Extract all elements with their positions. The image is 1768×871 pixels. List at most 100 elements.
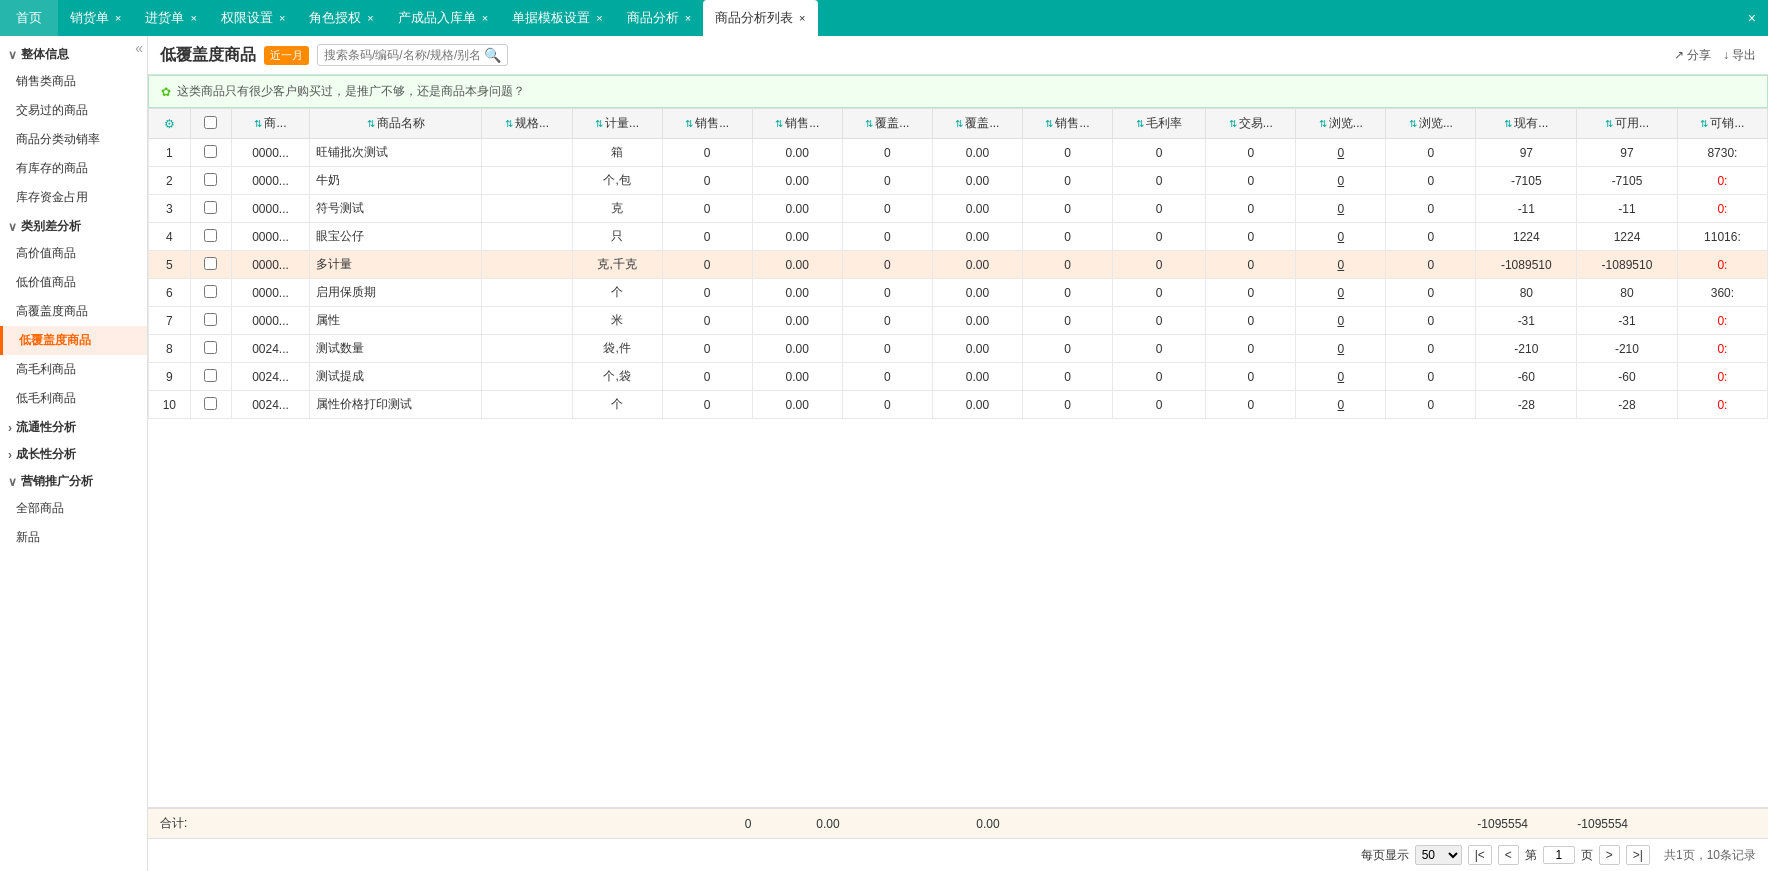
- table-row[interactable]: 3 0000... 符号测试 克 0 0.00 0 0.00 0 0 0 0 0…: [149, 195, 1768, 223]
- sidebar-item-low-profit[interactable]: 低毛利商品: [0, 384, 147, 413]
- sidebar-item-traded-products[interactable]: 交易过的商品: [0, 96, 147, 125]
- nav-tab-roles[interactable]: 角色授权 ×: [297, 0, 385, 36]
- close-templates-icon[interactable]: ×: [596, 12, 602, 24]
- close-sales-icon[interactable]: ×: [115, 12, 121, 24]
- col-browse-b[interactable]: ⇅浏览...: [1386, 109, 1476, 139]
- col-trade[interactable]: ⇅交易...: [1206, 109, 1296, 139]
- sidebar-item-high-coverage[interactable]: 高覆盖度商品: [0, 297, 147, 326]
- cell-browse-a[interactable]: 0: [1296, 279, 1386, 307]
- col-name[interactable]: ⇅商品名称: [310, 109, 482, 139]
- col-sales-c[interactable]: ⇅销售...: [1022, 109, 1112, 139]
- cell-browse-a[interactable]: 0: [1296, 363, 1386, 391]
- sidebar-item-turnover-rate[interactable]: 商品分类动销率: [0, 125, 147, 154]
- col-current[interactable]: ⇅现有...: [1476, 109, 1577, 139]
- export-button[interactable]: ↓ 导出: [1723, 47, 1756, 64]
- cell-checkbox[interactable]: [190, 167, 231, 195]
- sidebar-section-growth[interactable]: › 成长性分析: [0, 440, 147, 467]
- cell-checkbox[interactable]: [190, 335, 231, 363]
- close-analysis-list-icon[interactable]: ×: [799, 12, 805, 24]
- table-row[interactable]: 7 0000... 属性 米 0 0.00 0 0.00 0 0 0 0 0 -…: [149, 307, 1768, 335]
- sidebar-section-marketing[interactable]: ∨ 营销推广分析: [0, 467, 147, 494]
- sidebar-section-overall[interactable]: ∨ 整体信息: [0, 40, 147, 67]
- nav-tab-purchase[interactable]: 进货单 ×: [133, 0, 208, 36]
- col-code[interactable]: ⇅商...: [231, 109, 310, 139]
- col-sales-qty[interactable]: ⇅销售...: [662, 109, 752, 139]
- sidebar-item-high-profit[interactable]: 高毛利商品: [0, 355, 147, 384]
- sidebar-item-all-products[interactable]: 全部商品: [0, 494, 147, 523]
- cell-browse-a[interactable]: 0: [1296, 223, 1386, 251]
- share-button[interactable]: ↗ 分享: [1674, 47, 1711, 64]
- cell-checkbox[interactable]: [190, 279, 231, 307]
- table-row[interactable]: 5 0000... 多计量 克,千克 0 0.00 0 0.00 0 0 0 0…: [149, 251, 1768, 279]
- table-row[interactable]: 8 0024... 测试数量 袋,件 0 0.00 0 0.00 0 0 0 0…: [149, 335, 1768, 363]
- prev-page-button[interactable]: <: [1498, 845, 1519, 865]
- row-checkbox[interactable]: [204, 201, 217, 214]
- sidebar-item-in-stock[interactable]: 有库存的商品: [0, 154, 147, 183]
- close-roles-icon[interactable]: ×: [367, 12, 373, 24]
- nav-tab-analysis-list[interactable]: 商品分析列表 ×: [703, 0, 817, 36]
- sidebar-section-value[interactable]: ∨ 类别差分析: [0, 212, 147, 239]
- sidebar-item-low-coverage[interactable]: 低覆盖度商品: [0, 326, 147, 355]
- cell-checkbox[interactable]: [190, 251, 231, 279]
- cell-browse-a[interactable]: 0: [1296, 195, 1386, 223]
- col-available[interactable]: ⇅可用...: [1577, 109, 1678, 139]
- nav-tab-templates[interactable]: 单据模板设置 ×: [500, 0, 614, 36]
- sidebar-item-new-products[interactable]: 新品: [0, 523, 147, 552]
- row-checkbox[interactable]: [204, 341, 217, 354]
- cell-checkbox[interactable]: [190, 223, 231, 251]
- settings-icon[interactable]: ⚙: [164, 117, 175, 131]
- row-checkbox[interactable]: [204, 313, 217, 326]
- col-coverage-b[interactable]: ⇅覆盖...: [932, 109, 1022, 139]
- row-checkbox[interactable]: [204, 257, 217, 270]
- cell-checkbox[interactable]: [190, 139, 231, 167]
- cell-browse-a[interactable]: 0: [1296, 307, 1386, 335]
- sidebar-item-capital-ratio[interactable]: 库存资金占用: [0, 183, 147, 212]
- col-sellable[interactable]: ⇅可销...: [1677, 109, 1767, 139]
- row-checkbox[interactable]: [204, 173, 217, 186]
- col-spec[interactable]: ⇅规格...: [482, 109, 572, 139]
- table-row[interactable]: 10 0024... 属性价格打印测试 个 0 0.00 0 0.00 0 0 …: [149, 391, 1768, 419]
- nav-tab-analysis[interactable]: 商品分析 ×: [615, 0, 703, 36]
- page-input[interactable]: [1543, 846, 1575, 864]
- cell-browse-a[interactable]: 0: [1296, 139, 1386, 167]
- close-permissions-icon[interactable]: ×: [279, 12, 285, 24]
- cell-checkbox[interactable]: [190, 363, 231, 391]
- cell-browse-a[interactable]: 0: [1296, 335, 1386, 363]
- col-coverage-a[interactable]: ⇅覆盖...: [842, 109, 932, 139]
- row-checkbox[interactable]: [204, 285, 217, 298]
- nav-tab-products[interactable]: 产成品入库单 ×: [386, 0, 500, 36]
- cell-checkbox[interactable]: [190, 195, 231, 223]
- nav-tab-home[interactable]: 首页: [0, 0, 58, 36]
- cell-checkbox[interactable]: [190, 391, 231, 419]
- sidebar-section-flow[interactable]: › 流通性分析: [0, 413, 147, 440]
- per-page-select[interactable]: 50 20 100 200: [1415, 845, 1462, 865]
- last-page-button[interactable]: >|: [1626, 845, 1650, 865]
- next-page-button[interactable]: >: [1599, 845, 1620, 865]
- col-gross-rate[interactable]: ⇅毛利率: [1113, 109, 1206, 139]
- close-analysis-icon[interactable]: ×: [685, 12, 691, 24]
- nav-tab-permissions[interactable]: 权限设置 ×: [209, 0, 297, 36]
- table-row[interactable]: 4 0000... 眼宝公仔 只 0 0.00 0 0.00 0 0 0 0 0…: [149, 223, 1768, 251]
- col-unit[interactable]: ⇅计量...: [572, 109, 662, 139]
- search-icon[interactable]: 🔍: [484, 47, 501, 63]
- table-row[interactable]: 1 0000... 旺铺批次测试 箱 0 0.00 0 0.00 0 0 0 0…: [149, 139, 1768, 167]
- col-sales-amt[interactable]: ⇅销售...: [752, 109, 842, 139]
- sidebar-item-sales-products[interactable]: 销售类商品: [0, 67, 147, 96]
- row-checkbox[interactable]: [204, 229, 217, 242]
- row-checkbox[interactable]: [204, 145, 217, 158]
- close-products-icon[interactable]: ×: [482, 12, 488, 24]
- search-input[interactable]: [324, 48, 484, 62]
- close-all-button[interactable]: ×: [1744, 6, 1760, 30]
- cell-browse-a[interactable]: 0: [1296, 391, 1386, 419]
- table-row[interactable]: 2 0000... 牛奶 个,包 0 0.00 0 0.00 0 0 0 0 0…: [149, 167, 1768, 195]
- time-badge[interactable]: 近一月: [264, 46, 309, 65]
- table-row[interactable]: 9 0024... 测试提成 个,袋 0 0.00 0 0.00 0 0 0 0…: [149, 363, 1768, 391]
- table-container[interactable]: ⚙ ⇅商... ⇅商品名称 ⇅规格... ⇅计量... ⇅销售... ⇅销售..…: [148, 108, 1768, 807]
- sidebar-item-high-value[interactable]: 高价值商品: [0, 239, 147, 268]
- cell-browse-a[interactable]: 0: [1296, 251, 1386, 279]
- cell-checkbox[interactable]: [190, 307, 231, 335]
- close-purchase-icon[interactable]: ×: [190, 12, 196, 24]
- cell-browse-a[interactable]: 0: [1296, 167, 1386, 195]
- row-checkbox[interactable]: [204, 397, 217, 410]
- col-browse-a[interactable]: ⇅浏览...: [1296, 109, 1386, 139]
